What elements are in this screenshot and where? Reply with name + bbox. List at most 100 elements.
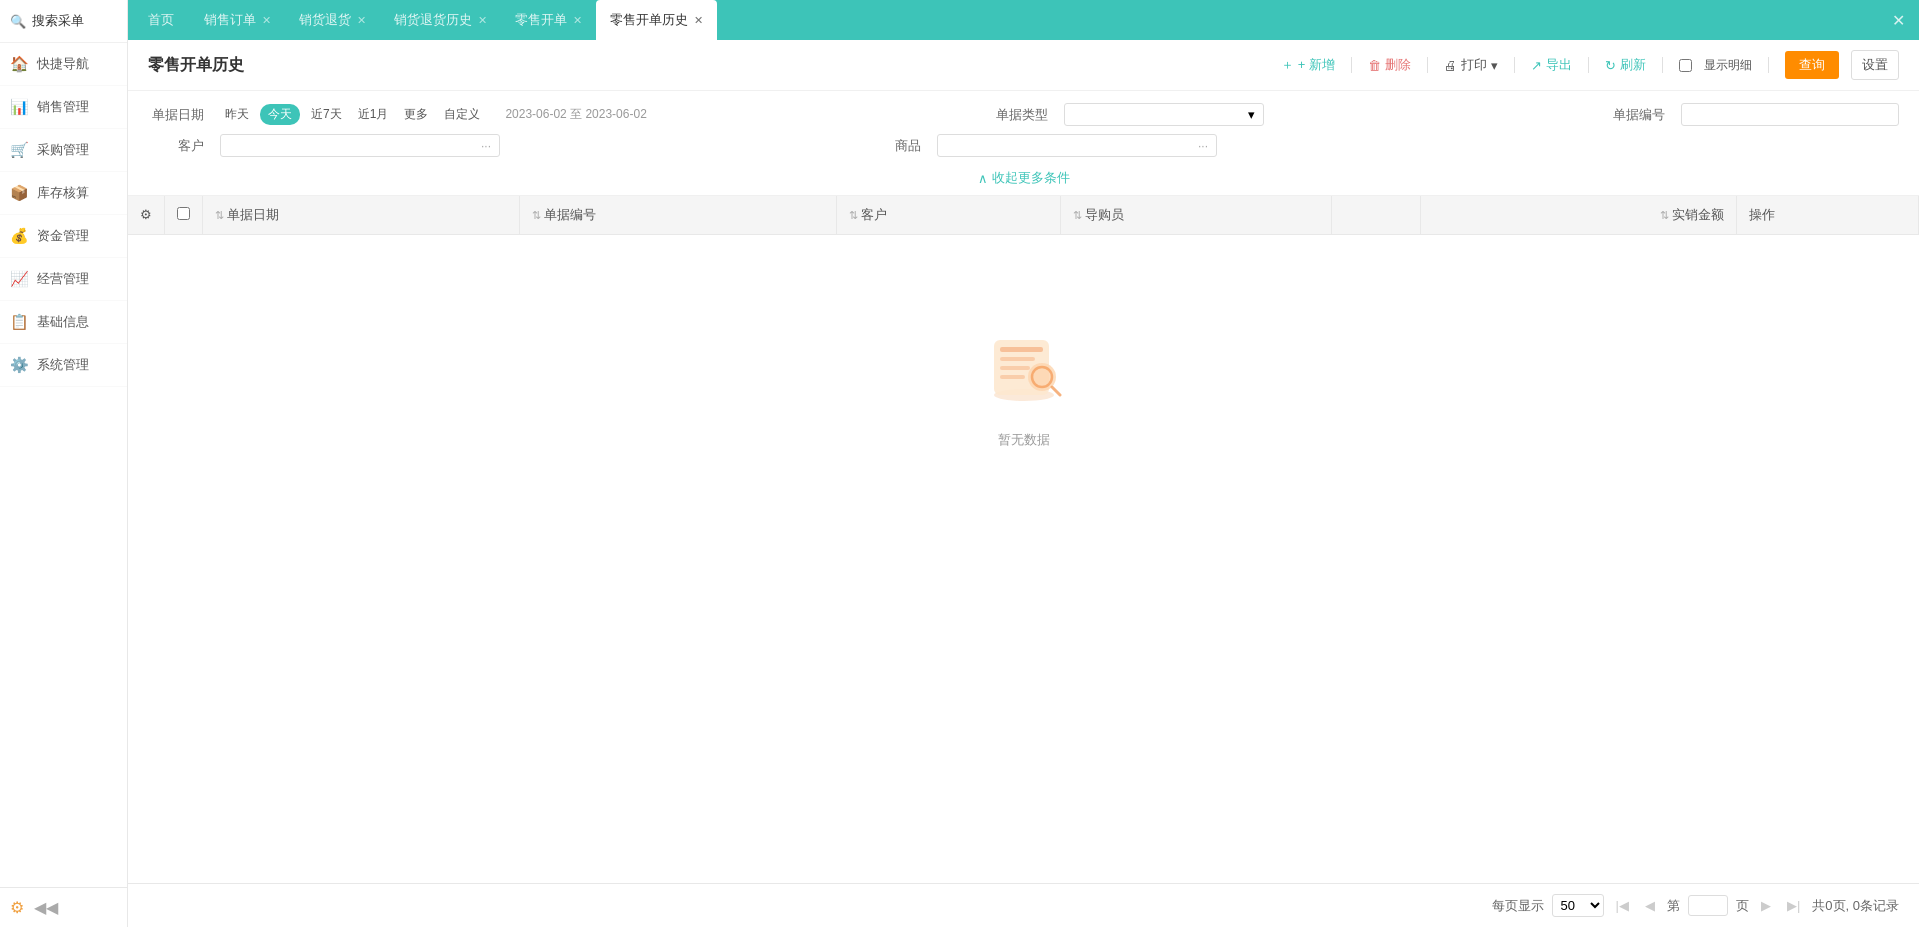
tab-close-retail-open[interactable]: ✕: [573, 14, 582, 27]
th-guide: ⇅ 导购员: [1061, 196, 1332, 234]
svg-rect-5: [1000, 375, 1025, 379]
sidebar-label-sales-mgmt: 销售管理: [37, 98, 89, 116]
new-icon: ＋: [1281, 56, 1294, 74]
page-size-select[interactable]: 102050100: [1552, 894, 1604, 917]
sort-icon[interactable]: ⇅: [215, 209, 227, 221]
chevron-up-icon: ∧: [978, 171, 988, 186]
new-button[interactable]: ＋ + 新增: [1281, 56, 1335, 74]
tab-label-sales-order: 销售订单: [204, 11, 256, 29]
th-checkbox[interactable]: [165, 196, 203, 234]
date-btn-近1月[interactable]: 近1月: [353, 104, 394, 125]
empty-text: 暂无数据: [998, 431, 1050, 449]
sidebar-item-basic-info[interactable]: 📋基础信息: [0, 301, 127, 344]
sidebar-item-quick-nav[interactable]: 🏠快捷导航: [0, 43, 127, 86]
tab-sales-order[interactable]: 销售订单 ✕: [190, 0, 285, 40]
divider: [1514, 57, 1515, 73]
sidebar-item-inventory[interactable]: 📦库存核算: [0, 172, 127, 215]
export-button[interactable]: ↗ 导出: [1531, 56, 1572, 74]
tab-retail-open[interactable]: 零售开单 ✕: [501, 0, 596, 40]
date-btn-自定义[interactable]: 自定义: [439, 104, 485, 125]
sort-icon[interactable]: ⇅: [1073, 209, 1085, 221]
settings-button[interactable]: ⚙: [10, 898, 24, 917]
sidebar-search[interactable]: 🔍 搜索采单: [0, 0, 127, 43]
tab-sales-return[interactable]: 销货退货 ✕: [285, 0, 380, 40]
select-all-checkbox[interactable]: [177, 207, 190, 220]
goods-ellipsis[interactable]: ···: [1198, 139, 1208, 153]
page-number-input[interactable]: 1: [1688, 895, 1728, 916]
tab-sales-return-history[interactable]: 销货退货历史 ✕: [380, 0, 501, 40]
prev-page-button[interactable]: ◀: [1641, 896, 1659, 915]
goods-label: 商品: [865, 137, 921, 155]
sort-icon[interactable]: ⇅: [532, 209, 544, 221]
type-select-wrap[interactable]: ▾: [1064, 103, 1264, 126]
th-settings[interactable]: ⚙: [128, 196, 165, 234]
tab-close-sales-return[interactable]: ✕: [357, 14, 366, 27]
date-btn-昨天[interactable]: 昨天: [220, 104, 254, 125]
sidebar-icon-sys-mgmt: ⚙️: [10, 356, 29, 374]
refresh-icon: ↻: [1605, 58, 1616, 73]
settings-filter-button[interactable]: 设置: [1851, 50, 1899, 80]
tabbar: 首页销售订单 ✕销货退货 ✕销货退货历史 ✕零售开单 ✕零售开单历史 ✕✕: [128, 0, 1919, 40]
main-area: 首页销售订单 ✕销货退货 ✕销货退货历史 ✕零售开单 ✕零售开单历史 ✕✕ 零售…: [128, 0, 1919, 927]
sidebar-label-operation: 经营管理: [37, 270, 89, 288]
first-page-button[interactable]: |◀: [1612, 896, 1633, 915]
tab-close-retail-open-history[interactable]: ✕: [694, 14, 703, 27]
sidebar-footer: ⚙ ◀◀: [0, 887, 127, 927]
date-btn-更多[interactable]: 更多: [399, 104, 433, 125]
type-dropdown-icon: ▾: [1248, 107, 1255, 122]
svg-rect-2: [1000, 347, 1043, 352]
th-spacer: [1331, 196, 1420, 234]
tab-retail-open-history[interactable]: 零售开单历史 ✕: [596, 0, 717, 40]
tab-label-retail-open: 零售开单: [515, 11, 567, 29]
th-date: ⇅ 单据日期: [203, 196, 520, 234]
svg-rect-3: [1000, 357, 1035, 361]
filter-bar: 单据日期 昨天今天近7天近1月更多自定义 2023-06-02 至 2023-0…: [128, 91, 1919, 196]
content-area: 零售开单历史 ＋ + 新增 🗑 删除 🖨 打印 ▾: [128, 40, 1919, 927]
empty-icon: [974, 315, 1074, 415]
empty-state: 暂无数据: [128, 235, 1919, 529]
number-input[interactable]: [1690, 107, 1890, 122]
th-customer-label: 客户: [861, 207, 887, 222]
pagination: 每页显示 102050100 |◀ ◀ 第 1 页 ▶ ▶| 共0页, 0条记录: [128, 883, 1919, 927]
collapse-filter-button[interactable]: ∧ 收起更多条件: [978, 169, 1070, 187]
query-button[interactable]: 查询: [1785, 51, 1839, 79]
delete-button[interactable]: 🗑 删除: [1368, 56, 1411, 74]
sidebar-item-purchase-mgmt[interactable]: 🛒采购管理: [0, 129, 127, 172]
divider: [1768, 57, 1769, 73]
goods-input[interactable]: [946, 138, 1198, 153]
type-input[interactable]: [1073, 107, 1248, 122]
collapse-sidebar-button[interactable]: ◀◀: [34, 898, 58, 917]
filter-row-2: 客户 ··· 商品 ···: [148, 134, 1899, 157]
customer-input[interactable]: [229, 138, 481, 153]
last-page-button[interactable]: ▶|: [1783, 896, 1804, 915]
tab-label-retail-open-history: 零售开单历史: [610, 11, 688, 29]
show-detail-checkbox[interactable]: [1679, 59, 1692, 72]
customer-ellipsis[interactable]: ···: [481, 139, 491, 153]
window-close-button[interactable]: ✕: [1882, 11, 1915, 30]
svg-rect-4: [1000, 366, 1030, 370]
tab-close-sales-order[interactable]: ✕: [262, 14, 271, 27]
sidebar-icon-operation: 📈: [10, 270, 29, 288]
date-btn-近7天[interactable]: 近7天: [306, 104, 347, 125]
delete-icon: 🗑: [1368, 58, 1381, 73]
sidebar-item-sales-mgmt[interactable]: 📊销售管理: [0, 86, 127, 129]
customer-input-wrap: ···: [220, 134, 500, 157]
sort-icon[interactable]: ⇅: [1660, 209, 1672, 221]
date-label: 单据日期: [148, 106, 204, 124]
sidebar-label-inventory: 库存核算: [37, 184, 89, 202]
tab-home[interactable]: 首页: [132, 0, 190, 40]
th-customer: ⇅ 客户: [836, 196, 1060, 234]
sort-icon[interactable]: ⇅: [849, 209, 861, 221]
tab-label-sales-return: 销货退货: [299, 11, 351, 29]
print-button[interactable]: 🖨 打印 ▾: [1444, 56, 1498, 74]
toolbar: ＋ + 新增 🗑 删除 🖨 打印 ▾ ↗ 导出: [1281, 50, 1899, 80]
tab-close-sales-return-history[interactable]: ✕: [478, 14, 487, 27]
th-date-label: 单据日期: [227, 207, 279, 222]
sidebar-item-finance[interactable]: 💰资金管理: [0, 215, 127, 258]
sidebar-item-sys-mgmt[interactable]: ⚙️系统管理: [0, 344, 127, 387]
date-btn-今天[interactable]: 今天: [260, 104, 300, 125]
refresh-button[interactable]: ↻ 刷新: [1605, 56, 1646, 74]
next-page-button[interactable]: ▶: [1757, 896, 1775, 915]
page-title: 零售开单历史: [148, 55, 1281, 76]
sidebar-item-operation[interactable]: 📈 经营管理: [0, 258, 127, 301]
